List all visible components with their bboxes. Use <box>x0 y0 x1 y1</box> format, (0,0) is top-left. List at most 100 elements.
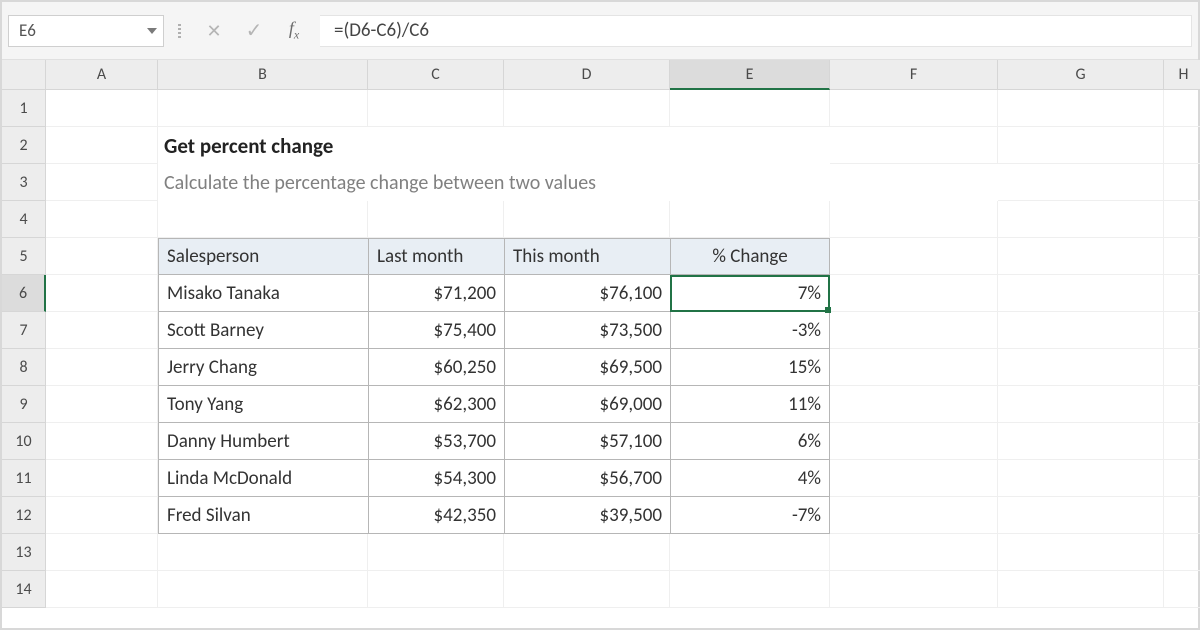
cell-B12[interactable]: Fred Silvan <box>158 497 368 534</box>
cell-A13[interactable] <box>46 534 158 571</box>
cell-H2[interactable] <box>1164 127 1200 164</box>
cell-E14[interactable] <box>670 571 830 608</box>
cell-B6[interactable]: Misako Tanaka <box>158 275 368 312</box>
row-header-14[interactable]: 14 <box>2 571 46 608</box>
cell-D8[interactable]: $69,500 <box>504 349 670 386</box>
cell-B13[interactable] <box>158 534 368 571</box>
cell-F13[interactable] <box>830 534 998 571</box>
column-header-E[interactable]: E <box>670 60 830 90</box>
cell-C1[interactable] <box>368 90 504 127</box>
cell-A5[interactable] <box>46 238 158 275</box>
cell-C6[interactable]: $71,200 <box>368 275 504 312</box>
cell-F12[interactable] <box>830 497 998 534</box>
cell-F9[interactable] <box>830 386 998 423</box>
worksheet-grid[interactable]: A B C D E F G H 1 2 Get percent change 3… <box>2 60 1198 608</box>
cell-D10[interactable]: $57,100 <box>504 423 670 460</box>
column-header-C[interactable]: C <box>368 60 504 90</box>
cell-H14[interactable] <box>1164 571 1200 608</box>
cell-H3[interactable] <box>1164 164 1200 201</box>
name-box[interactable]: E6 <box>8 15 164 47</box>
cell-F5[interactable] <box>830 238 998 275</box>
cell-B8[interactable]: Jerry Chang <box>158 349 368 386</box>
cell-H1[interactable] <box>1164 90 1200 127</box>
cell-G9[interactable] <box>998 386 1164 423</box>
cell-F6[interactable] <box>830 275 998 312</box>
cell-D9[interactable]: $69,000 <box>504 386 670 423</box>
chevron-down-icon[interactable] <box>147 28 157 34</box>
cell-A1[interactable] <box>46 90 158 127</box>
cell-G6[interactable] <box>998 275 1164 312</box>
cell-H13[interactable] <box>1164 534 1200 571</box>
cell-H9[interactable] <box>1164 386 1200 423</box>
cell-G13[interactable] <box>998 534 1164 571</box>
cell-D14[interactable] <box>504 571 670 608</box>
cell-B7[interactable]: Scott Barney <box>158 312 368 349</box>
cancel-button[interactable]: ✕ <box>194 15 234 47</box>
cell-C12[interactable]: $42,350 <box>368 497 504 534</box>
cell-F10[interactable] <box>830 423 998 460</box>
row-header-10[interactable]: 10 <box>2 423 46 460</box>
cell-F1[interactable] <box>830 90 998 127</box>
cell-D6[interactable]: $76,100 <box>504 275 670 312</box>
column-header-D[interactable]: D <box>504 60 670 90</box>
column-header-A[interactable]: A <box>46 60 158 90</box>
cell-E1[interactable] <box>670 90 830 127</box>
table-header-this-month[interactable]: This month <box>504 238 670 275</box>
column-header-H[interactable]: H <box>1164 60 1200 90</box>
cell-A8[interactable] <box>46 349 158 386</box>
cell-C14[interactable] <box>368 571 504 608</box>
cell-E4[interactable] <box>670 201 830 238</box>
row-header-1[interactable]: 1 <box>2 90 46 127</box>
cell-G7[interactable] <box>998 312 1164 349</box>
cell-C7[interactable]: $75,400 <box>368 312 504 349</box>
select-all-corner[interactable] <box>2 60 46 90</box>
cell-E6[interactable]: 7% <box>670 275 830 312</box>
cell-A12[interactable] <box>46 497 158 534</box>
cell-A7[interactable] <box>46 312 158 349</box>
cell-H8[interactable] <box>1164 349 1200 386</box>
cell-G4[interactable] <box>998 201 1164 238</box>
cell-B14[interactable] <box>158 571 368 608</box>
cell-C13[interactable] <box>368 534 504 571</box>
cell-A6[interactable] <box>46 275 158 312</box>
cell-A3[interactable] <box>46 164 158 201</box>
cell-G3[interactable] <box>998 164 1164 201</box>
cell-H7[interactable] <box>1164 312 1200 349</box>
cell-D11[interactable]: $56,700 <box>504 460 670 497</box>
row-header-11[interactable]: 11 <box>2 460 46 497</box>
row-header-9[interactable]: 9 <box>2 386 46 423</box>
cell-G10[interactable] <box>998 423 1164 460</box>
cell-C11[interactable]: $54,300 <box>368 460 504 497</box>
cell-E11[interactable]: 4% <box>670 460 830 497</box>
cell-E10[interactable]: 6% <box>670 423 830 460</box>
row-header-2[interactable]: 2 <box>2 127 46 164</box>
cell-H6[interactable] <box>1164 275 1200 312</box>
cell-B1[interactable] <box>158 90 368 127</box>
cell-A9[interactable] <box>46 386 158 423</box>
cell-G1[interactable] <box>998 90 1164 127</box>
cell-G8[interactable] <box>998 349 1164 386</box>
page-title[interactable]: Get percent change <box>158 127 830 164</box>
column-header-F[interactable]: F <box>830 60 998 90</box>
table-header-salesperson[interactable]: Salesperson <box>158 238 368 275</box>
cell-E12[interactable]: -7% <box>670 497 830 534</box>
cell-E7[interactable]: -3% <box>670 312 830 349</box>
row-header-6[interactable]: 6 <box>2 275 46 312</box>
cell-H5[interactable] <box>1164 238 1200 275</box>
cell-F8[interactable] <box>830 349 998 386</box>
table-header-last-month[interactable]: Last month <box>368 238 504 275</box>
cell-G11[interactable] <box>998 460 1164 497</box>
cell-F14[interactable] <box>830 571 998 608</box>
enter-button[interactable]: ✓ <box>234 15 274 47</box>
cell-G14[interactable] <box>998 571 1164 608</box>
row-header-12[interactable]: 12 <box>2 497 46 534</box>
cell-A2[interactable] <box>46 127 158 164</box>
cell-G2[interactable] <box>998 127 1164 164</box>
cell-E13[interactable] <box>670 534 830 571</box>
cell-F11[interactable] <box>830 460 998 497</box>
row-header-4[interactable]: 4 <box>2 201 46 238</box>
cell-F2[interactable] <box>830 127 998 164</box>
table-header-pct-change[interactable]: % Change <box>670 238 830 275</box>
cell-H4[interactable] <box>1164 201 1200 238</box>
cell-F4[interactable] <box>830 201 998 238</box>
